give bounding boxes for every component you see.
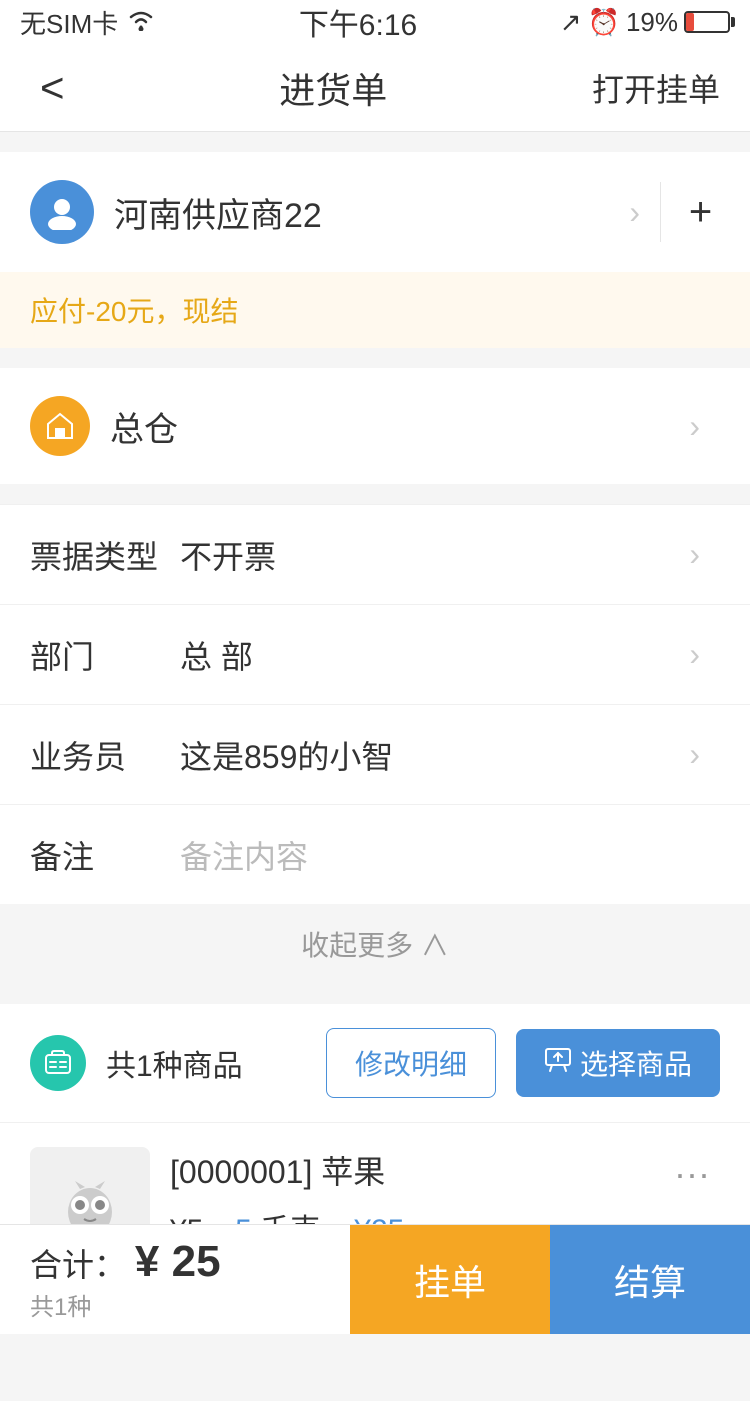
supplier-card: 河南供应商22 › + 应付-20元，现结 [0, 152, 750, 348]
salesperson-value: 这是859的小智 [160, 732, 689, 778]
back-button[interactable]: < [30, 54, 75, 122]
status-bar: 无SIM卡 下午6:16 ↗ ⏰ 19% [0, 0, 750, 44]
collapse-bar[interactable]: 收起更多 ∧ [0, 904, 750, 984]
product-code: [0000001] [170, 1154, 312, 1190]
supplier-name: 河南供应商22 [114, 188, 629, 237]
select-product-button[interactable]: 选择商品 [516, 1029, 720, 1097]
settle-button[interactable]: 结算 [550, 1225, 750, 1334]
remark-row[interactable]: 备注 备注内容 [0, 804, 750, 904]
warning-banner: 应付-20元，现结 [0, 272, 750, 348]
battery-icon [684, 11, 730, 33]
department-row[interactable]: 部门 总 部 › [0, 604, 750, 704]
remark-label: 备注 [30, 832, 160, 878]
salesperson-chevron-icon: › [689, 736, 700, 773]
bottom-bar: 合计： ¥ 25 共1种 挂单 结算 [0, 1224, 750, 1334]
status-left: 无SIM卡 [20, 4, 156, 41]
product-count-icon [30, 1035, 86, 1091]
salesperson-label: 业务员 [30, 732, 160, 778]
gap2 [0, 348, 750, 368]
edit-detail-button[interactable]: 修改明细 [326, 1028, 496, 1098]
invoice-type-label: 票据类型 [30, 532, 160, 578]
supplier-row[interactable]: 河南供应商22 › + [0, 152, 750, 272]
supplier-avatar [30, 180, 94, 244]
open-hang-button[interactable]: 打开挂单 [592, 65, 720, 111]
remark-placeholder: 备注内容 [160, 832, 720, 878]
total-label: 合计： [30, 1247, 126, 1283]
warehouse-name: 总仓 [110, 402, 689, 451]
invoice-chevron-icon: › [689, 536, 700, 573]
department-chevron-icon: › [689, 636, 700, 673]
product-more-button[interactable]: ··· [664, 1147, 720, 1201]
hang-button[interactable]: 挂单 [350, 1225, 550, 1334]
alarm-icon: ⏰ [588, 7, 620, 38]
total-sub-label: 共1种 [30, 1287, 320, 1322]
total-row: 合计： ¥ 25 [30, 1237, 320, 1287]
invoice-type-row[interactable]: 票据类型 不开票 › [0, 504, 750, 604]
product-header: 共1种商品 修改明细 选择商品 [0, 1004, 750, 1122]
product-name: [0000001] 苹果 [170, 1147, 644, 1193]
total-section: 合计： ¥ 25 共1种 [0, 1225, 350, 1334]
add-button[interactable]: + [660, 182, 720, 242]
department-label: 部门 [30, 632, 160, 678]
department-value: 总 部 [160, 632, 689, 678]
gap4 [0, 984, 750, 1004]
time-label: 下午6:16 [299, 0, 417, 44]
carrier-label: 无SIM卡 [20, 4, 118, 41]
wifi-icon [126, 7, 156, 38]
product-count-label: 共1种商品 [106, 1041, 306, 1085]
invoice-type-value: 不开票 [160, 532, 689, 578]
gap3 [0, 484, 750, 504]
product-title: 苹果 [321, 1154, 385, 1190]
salesperson-row[interactable]: 业务员 这是859的小智 › [0, 704, 750, 804]
gap1 [0, 132, 750, 152]
collapse-label: 收起更多 ∧ [301, 924, 449, 964]
status-right: ↗ ⏰ 19% [560, 7, 730, 38]
battery-percent: 19% [626, 7, 678, 38]
page-title: 进货单 [279, 62, 387, 114]
warehouse-card[interactable]: 总仓 › [0, 368, 750, 484]
nav-bar: < 进货单 打开挂单 [0, 44, 750, 132]
total-amount: ¥ 25 [135, 1237, 221, 1286]
warehouse-icon [30, 396, 90, 456]
select-product-label: 选择商品 [580, 1043, 692, 1083]
location-icon: ↗ [560, 7, 582, 38]
warehouse-chevron-icon: › [689, 408, 700, 445]
chevron-right-icon: › [629, 194, 640, 231]
warehouse-row[interactable]: 总仓 › [0, 368, 750, 484]
form-card: 票据类型 不开票 › 部门 总 部 › 业务员 这是859的小智 › 备注 备注… [0, 504, 750, 904]
cart-icon [544, 1047, 572, 1080]
